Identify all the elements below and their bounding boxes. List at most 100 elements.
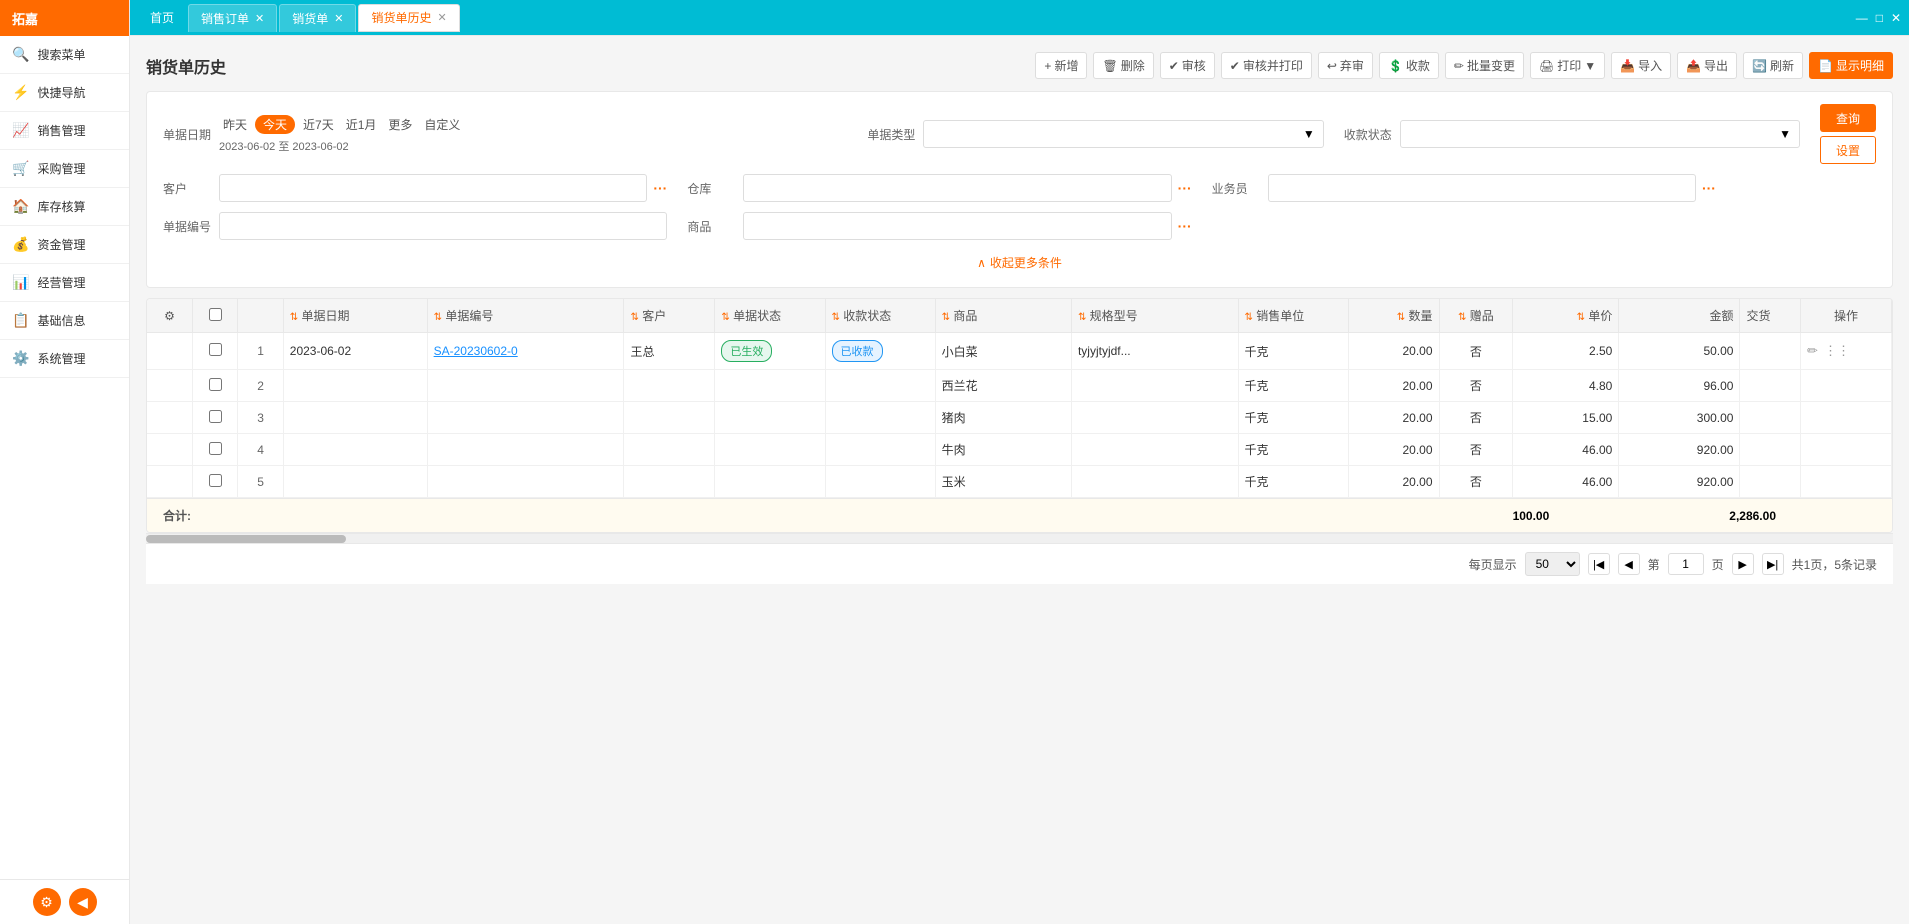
doc-status-cell [715,466,825,498]
sidebar-item-inventory[interactable]: 🏠 库存核算 [0,188,129,226]
approve-button[interactable]: ✔ 审核 [1160,52,1215,79]
sidebar-collapse-btn[interactable]: ◀ [69,888,97,916]
col-price-header[interactable]: ⇅ 单价 [1513,299,1619,333]
window-close-icon[interactable]: ✕ [1891,11,1901,25]
per-page-select[interactable]: 50 100 200 [1525,552,1580,576]
basic-icon: 📋 [12,312,29,329]
doc-num-input[interactable] [219,212,667,240]
sidebar-item-search[interactable]: 🔍 搜索菜单 [0,36,129,74]
col-trade-header[interactable]: 交货 [1740,299,1801,333]
close-icon[interactable]: ✕ [438,11,447,24]
page-input[interactable] [1668,553,1704,575]
col-goods-header[interactable]: ⇅ 商品 [935,299,1071,333]
table-row: 1 2023-06-02 SA-20230602-0 王总 已生效 已收款 小白… [147,333,1892,370]
checkbox-cell[interactable] [192,333,237,370]
settings-cell [147,434,192,466]
row-checkbox[interactable] [209,474,222,487]
trade-cell [1740,466,1801,498]
customer-ellipsis[interactable]: ··· [653,180,667,196]
date-tab-more[interactable]: 更多 [384,115,416,134]
goods-input[interactable] [743,212,1171,240]
sidebar-item-sales[interactable]: 📈 销售管理 [0,112,129,150]
abandon-button[interactable]: ↩ 弃审 [1318,52,1373,79]
content-area: 销货单历史 + 新增 🗑 删除 ✔ 审核 ✔ 审核并打印 [130,36,1909,924]
checkbox-cell[interactable] [192,466,237,498]
sidebar-item-system[interactable]: ⚙️ 系统管理 [0,340,129,378]
checkbox-cell[interactable] [192,402,237,434]
date-tab-7days[interactable]: 近7天 [299,115,338,134]
prev-page-button[interactable]: ◀ [1618,553,1640,575]
salesman-ellipsis[interactable]: ··· [1702,180,1716,196]
pay-status-select[interactable]: ▼ [1400,120,1800,148]
date-tab-today[interactable]: 今天 [255,115,295,134]
sidebar-settings-btn[interactable]: ⚙ [33,888,61,916]
col-status-header[interactable]: ⇅ 单据状态 [715,299,825,333]
row-checkbox[interactable] [209,442,222,455]
scrollbar-thumb[interactable] [146,535,346,543]
customer-input[interactable] [219,174,647,202]
collapse-button[interactable]: ∧ 收起更多条件 [163,250,1876,275]
col-pay-status-header[interactable]: ⇅ 收款状态 [825,299,935,333]
close-icon[interactable]: ✕ [334,12,343,25]
row-checkbox[interactable] [209,378,222,391]
sidebar-item-basic-info[interactable]: 📋 基础信息 [0,302,129,340]
col-spec-header[interactable]: ⇅ 规格型号 [1071,299,1238,333]
date-tab-1month[interactable]: 近1月 [342,115,381,134]
edit-icon[interactable]: ✏ [1807,343,1818,359]
col-date-header[interactable]: ⇅ 单据日期 [283,299,427,333]
col-qty-header[interactable]: ⇅ 数量 [1348,299,1439,333]
doc-num-link[interactable]: SA-20230602-0 [434,344,518,358]
doc-type-select[interactable]: ▼ [923,120,1323,148]
col-gift-header[interactable]: ⇅ 赠品 [1439,299,1513,333]
more-icon[interactable]: ⋮⋮ [1824,343,1850,359]
goods-ellipsis[interactable]: ··· [1178,218,1192,234]
sidebar-item-quicknav[interactable]: ⚡ 快捷导航 [0,74,129,112]
sidebar-item-operation[interactable]: 📊 经营管理 [0,264,129,302]
row-checkbox[interactable] [209,343,222,356]
date-tab-yesterday[interactable]: 昨天 [219,115,251,134]
salesman-input[interactable] [1268,174,1696,202]
select-all-checkbox[interactable] [209,308,222,321]
show-detail-button[interactable]: 📄 显示明细 [1809,52,1893,79]
tab-sales-history[interactable]: 销货单历史 ✕ [358,4,459,32]
next-page-button[interactable]: ▶ [1732,553,1754,575]
query-button[interactable]: 查询 [1820,104,1876,132]
close-icon[interactable]: ✕ [255,12,264,25]
qty-cell: 20.00 [1348,434,1439,466]
price-cell: 46.00 [1513,466,1619,498]
setting-button[interactable]: 设置 [1820,136,1876,164]
col-select-all[interactable] [192,299,237,333]
print-button[interactable]: 🖨 打印 ▼ [1530,52,1605,79]
warehouse-input[interactable] [743,174,1171,202]
col-customer-header[interactable]: ⇅ 客户 [624,299,715,333]
doc-num-cell [427,434,624,466]
row-checkbox[interactable] [209,410,222,423]
col-amount-header[interactable]: 金额 [1619,299,1740,333]
tab-home[interactable]: 首页 [138,4,186,32]
new-button[interactable]: + 新增 [1035,52,1087,79]
tab-sales-goods[interactable]: 销货单 ✕ [279,4,356,32]
checkbox-cell[interactable] [192,370,237,402]
warehouse-ellipsis[interactable]: ··· [1178,180,1192,196]
last-page-button[interactable]: ▶| [1762,553,1784,575]
delete-button[interactable]: 🗑 删除 [1093,52,1153,79]
col-doc-header[interactable]: ⇅ 单据编号 [427,299,624,333]
qty-cell: 20.00 [1348,333,1439,370]
checkbox-cell[interactable] [192,434,237,466]
date-tab-custom[interactable]: 自定义 [420,115,464,134]
tab-sales-order[interactable]: 销售订单 ✕ [188,4,277,32]
import-button[interactable]: 📥 导入 [1611,52,1671,79]
minimize-icon[interactable]: — [1856,11,1868,25]
export-button[interactable]: 📤 导出 [1677,52,1737,79]
sidebar-item-finance[interactable]: 💰 资金管理 [0,226,129,264]
batch-change-button[interactable]: ✏ 批量变更 [1445,52,1524,79]
refresh-button[interactable]: 🔄 刷新 [1743,52,1803,79]
first-page-button[interactable]: |◀ [1588,553,1610,575]
approve-print-button[interactable]: ✔ 审核并打印 [1221,52,1312,79]
maximize-icon[interactable]: □ [1876,11,1883,25]
receive-button[interactable]: 💲 收款 [1379,52,1439,79]
col-settings[interactable]: ⚙ [147,299,192,333]
sidebar-item-purchase[interactable]: 🛒 采购管理 [0,150,129,188]
col-unit-header[interactable]: ⇅ 销售单位 [1238,299,1348,333]
horizontal-scrollbar[interactable] [146,533,1893,543]
